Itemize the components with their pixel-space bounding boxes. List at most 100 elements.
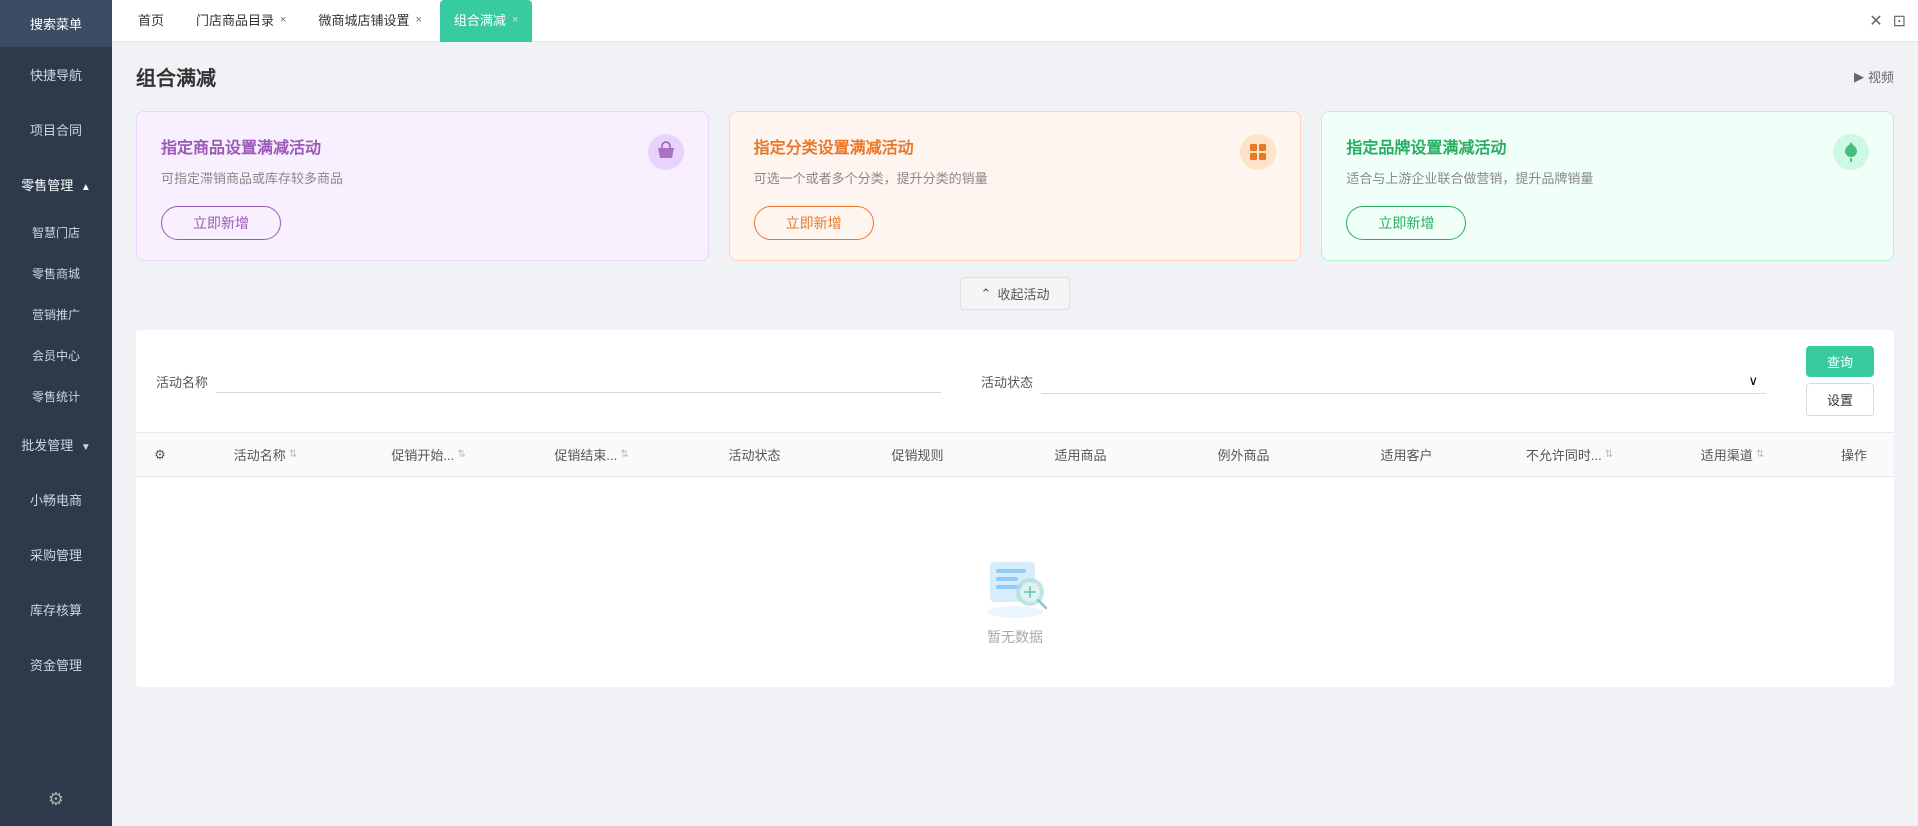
tab-store-catalog[interactable]: 门店商品目录 ×	[182, 0, 300, 42]
th-name-label: 活动名称	[234, 445, 286, 464]
sidebar-item-retail-mall-label: 零售商城	[32, 267, 80, 281]
sidebar-item-member-center[interactable]: 会员中心	[0, 335, 112, 376]
th-status-label: 活动状态	[728, 445, 780, 464]
close-window-icon[interactable]: ✕	[1869, 11, 1882, 31]
filter-name-label: 活动名称	[156, 372, 208, 391]
filter-row: 活动名称 活动状态 ∨ 查询 设置	[136, 330, 1894, 433]
filter-name-item: 活动名称	[156, 369, 941, 393]
card-category-icon	[1240, 134, 1276, 177]
tab-combo-discount-close[interactable]: ×	[512, 14, 518, 26]
gear-icon[interactable]: ⚙	[48, 789, 64, 809]
th-start-label: 促销开始...	[391, 445, 454, 464]
chevron-up-icon: ▲	[81, 182, 91, 193]
sidebar-item-purchase-mgmt-label: 采购管理	[30, 548, 82, 563]
th-gear[interactable]: ⚙	[136, 447, 184, 463]
card-brand-btn[interactable]: 立即新增	[1346, 206, 1466, 240]
content-area: 组合满减 ▶ 视频 指定商品设置满减活动 可指定滞销商品或库存较多商品	[112, 42, 1918, 826]
sidebar-item-wholesale-mgmt[interactable]: 批发管理 ▼	[0, 417, 112, 472]
page-header: 组合满减 ▶ 视频	[136, 62, 1894, 91]
tab-combo-discount-label: 组合满减	[454, 10, 506, 29]
sort-start-icon: ⇅	[457, 449, 465, 460]
sidebar-item-retail-mgmt[interactable]: 零售管理 ▲	[0, 157, 112, 212]
filter-status-label: 活动状态	[981, 372, 1033, 391]
setting-button[interactable]: 设置	[1806, 383, 1874, 416]
card-brand: 指定品牌设置满减活动 适合与上游企业联合做营销，提升品牌销量 立即新增	[1321, 111, 1894, 261]
sidebar-item-xiaochangecom[interactable]: 小畅电商	[0, 472, 112, 527]
th-goods: 适用商品	[999, 445, 1162, 464]
sidebar-item-fund-mgmt-label: 资金管理	[30, 658, 82, 673]
th-rule-label: 促销规则	[891, 445, 943, 464]
window-controls: ✕ ⊡	[1869, 11, 1906, 31]
th-start[interactable]: 促销开始... ⇅	[347, 445, 510, 464]
tab-combo-discount[interactable]: 组合满减 ×	[440, 0, 532, 42]
card-product: 指定商品设置满减活动 可指定滞销商品或库存较多商品 立即新增	[136, 111, 709, 261]
collapse-activities-button[interactable]: ⌃ 收起活动	[960, 277, 1071, 310]
filter-name-input[interactable]	[216, 369, 941, 393]
th-no-same-time-label: 不允许同时...	[1526, 445, 1602, 464]
th-name[interactable]: 活动名称 ⇅	[184, 445, 347, 464]
card-category: 指定分类设置满减活动 可选一个或者多个分类，提升分类的销量 立即新增	[729, 111, 1302, 261]
card-product-btn[interactable]: 立即新增	[161, 206, 281, 240]
sidebar-item-smart-store[interactable]: 智慧门店	[0, 212, 112, 253]
collapse-bar: ⌃ 收起活动	[136, 277, 1894, 310]
filter-table-container: 活动名称 活动状态 ∨ 查询 设置	[136, 330, 1894, 687]
sidebar-item-marketing[interactable]: 营销推广	[0, 294, 112, 335]
sidebar-item-member-center-label: 会员中心	[32, 349, 80, 363]
chevron-up-icon: ⌃	[981, 286, 992, 302]
card-product-icon	[648, 134, 684, 177]
card-product-title: 指定商品设置满减活动	[161, 134, 684, 158]
th-except-goods: 例外商品	[1162, 445, 1325, 464]
sidebar: 搜索菜单 快捷导航 项目合同 零售管理 ▲ 智慧门店 零售商城 营销推广 会员中…	[0, 0, 112, 826]
sidebar-item-retail-mgmt-label: 零售管理	[21, 178, 73, 193]
card-brand-title: 指定品牌设置满减活动	[1346, 134, 1869, 158]
cards-row: 指定商品设置满减活动 可指定滞销商品或库存较多商品 立即新增 指定分类设置满减活…	[136, 111, 1894, 261]
th-status: 活动状态	[673, 445, 836, 464]
video-link-label: 视频	[1868, 67, 1894, 86]
chevron-down-icon: ▼	[81, 442, 91, 453]
sidebar-item-fund-mgmt[interactable]: 资金管理	[0, 637, 112, 692]
sidebar-item-inventory-calc-label: 库存核算	[30, 603, 82, 618]
tab-home[interactable]: 首页	[124, 0, 178, 42]
card-category-btn[interactable]: 立即新增	[754, 206, 874, 240]
tabbar: 首页 门店商品目录 × 微商城店铺设置 × 组合满减 × ✕ ⊡	[112, 0, 1918, 42]
empty-illustration	[970, 537, 1060, 627]
card-product-desc: 可指定滞销商品或库存较多商品	[161, 168, 684, 187]
sidebar-item-quick-nav[interactable]: 快捷导航	[0, 47, 112, 102]
th-end-label: 促销结束...	[554, 445, 617, 464]
filter-status-select[interactable]: ∨	[1041, 369, 1766, 394]
th-customer-label: 适用客户	[1380, 445, 1432, 464]
video-link[interactable]: ▶ 视频	[1854, 67, 1894, 86]
tab-wechat-settings-close[interactable]: ×	[415, 14, 421, 26]
sidebar-item-retail-mall[interactable]: 零售商城	[0, 253, 112, 294]
maximize-window-icon[interactable]: ⊡	[1893, 11, 1906, 31]
sort-channel-icon: ⇅	[1756, 449, 1764, 460]
query-button[interactable]: 查询	[1806, 346, 1874, 377]
sort-name-icon: ⇅	[289, 449, 297, 460]
settings-icon: ⚙	[154, 447, 166, 463]
th-except-goods-label: 例外商品	[1217, 445, 1269, 464]
th-no-same-time[interactable]: 不允许同时... ⇅	[1488, 445, 1651, 464]
tab-store-catalog-close[interactable]: ×	[280, 14, 286, 26]
th-rule: 促销规则	[836, 445, 999, 464]
sidebar-bottom: ⚙	[0, 773, 112, 826]
sidebar-item-retail-stats-label: 零售统计	[32, 390, 80, 404]
tab-wechat-settings-label: 微商城店铺设置	[318, 10, 409, 29]
filter-status-item: 活动状态 ∨	[981, 369, 1766, 394]
th-end[interactable]: 促销结束... ⇅	[510, 445, 673, 464]
main-area: 首页 门店商品目录 × 微商城店铺设置 × 组合满减 × ✕ ⊡ 组合满减 ▶ …	[112, 0, 1918, 826]
sidebar-item-quick-nav-label: 快捷导航	[30, 68, 82, 83]
sidebar-item-retail-stats[interactable]: 零售统计	[0, 376, 112, 417]
th-channel-label: 适用渠道	[1701, 445, 1753, 464]
sidebar-item-wholesale-mgmt-label: 批发管理	[21, 438, 73, 453]
sidebar-item-purchase-mgmt[interactable]: 采购管理	[0, 527, 112, 582]
filter-buttons: 查询 设置	[1806, 346, 1874, 416]
card-brand-desc: 适合与上游企业联合做营销，提升品牌销量	[1346, 168, 1869, 187]
th-channel[interactable]: 适用渠道 ⇅	[1651, 445, 1814, 464]
play-circle-icon: ▶	[1854, 69, 1864, 85]
sidebar-item-xiaochangecom-label: 小畅电商	[30, 493, 82, 508]
sidebar-item-inventory-calc[interactable]: 库存核算	[0, 582, 112, 637]
tab-wechat-settings[interactable]: 微商城店铺设置 ×	[304, 0, 435, 42]
sidebar-item-project-contract[interactable]: 项目合同	[0, 102, 112, 157]
sidebar-item-search[interactable]: 搜索菜单	[0, 0, 112, 47]
sort-end-icon: ⇅	[620, 449, 628, 460]
